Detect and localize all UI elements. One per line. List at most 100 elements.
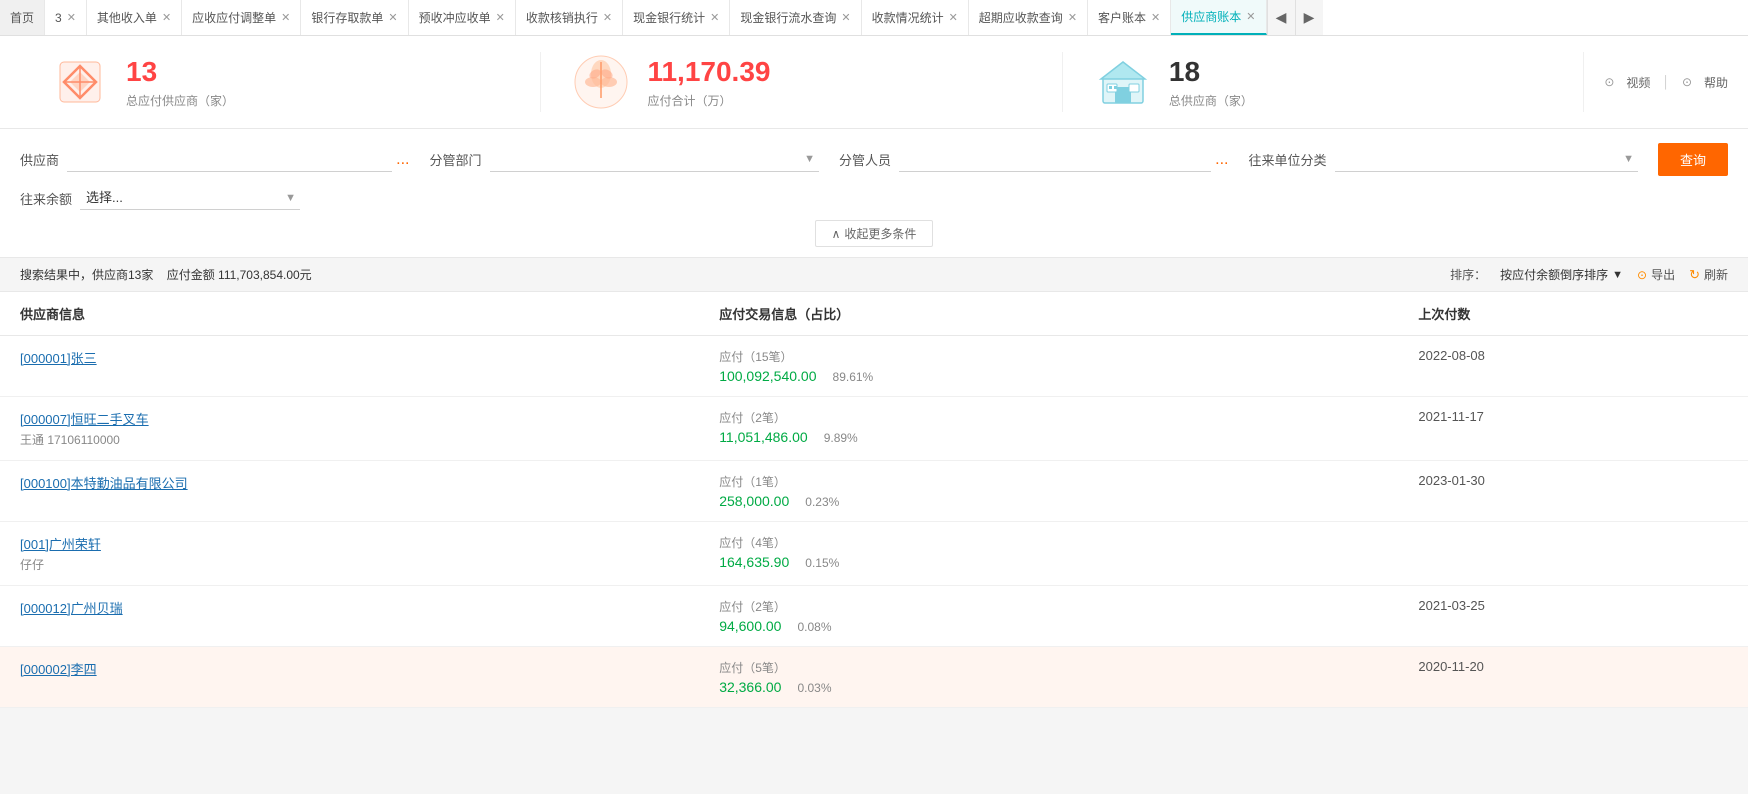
close-tab-other-income-icon[interactable]: ✕ [162,11,171,24]
export-button[interactable]: ⊙ 导出 [1637,266,1675,283]
department-select[interactable] [490,148,819,171]
tx-amount[interactable]: 32,366.00 [719,679,781,695]
diamond-icon [50,52,110,112]
table-row: [000002]李四应付（5笔）32,366.000.03%2020-11-20 [0,647,1748,708]
divider: │ [1662,75,1670,89]
nav-tab-cash-bank-stat[interactable]: 现金银行统计 ✕ [623,0,730,35]
tx-amount-row: 164,635.90 0.15% [719,554,1378,570]
close-tab-receipt-verify-icon[interactable]: ✕ [603,11,612,24]
supplier-input[interactable] [67,148,392,172]
nav-tab-prepay-offset[interactable]: 预收冲应收单 ✕ [409,0,516,35]
table-row: [000100]本特勤油品有限公司 应付（1笔） 258,000.000.23% 20… [0,461,1748,522]
tx-amount[interactable]: 11,051,486.00 [719,429,808,445]
payable-suppliers-label: 总应付供应商（家） [126,92,234,109]
total-suppliers-label: 总供应商（家） [1169,92,1253,109]
supplier-link[interactable]: [000100]本特勤油品有限公司 [20,476,188,491]
supplier-link[interactable]: [000012]广州贝瑞 [20,601,123,616]
refresh-icon: ↻ [1689,267,1700,283]
close-tab-3-icon[interactable]: ✕ [67,11,76,24]
close-tab-bank-icon[interactable]: ✕ [388,11,397,24]
supplier-link[interactable]: [000002]李四 [20,662,97,677]
total-suppliers-content: 18 总供应商（家） [1169,55,1253,110]
tx-amount-row: 258,000.000.23% [719,493,1378,509]
tx-percent: 9.89% [824,431,858,445]
refresh-button[interactable]: ↻ 刷新 [1689,266,1728,283]
close-tab-overdue-ar-icon[interactable]: ✕ [1068,11,1077,24]
video-link[interactable]: 视频 [1626,74,1650,91]
last-pay-date: 2021-03-25 [1418,598,1485,613]
payable-amount-label: 应付合计（万） [647,92,770,109]
sort-select[interactable]: 按应付余额倒序排序 ▼ [1500,266,1623,283]
nav-left-arrow[interactable]: ◀ [1267,0,1295,36]
supplier-link[interactable]: [001]广州荣轩 [20,537,101,552]
balance-select[interactable]: 选择... [80,186,300,209]
payable-suppliers-content: 13 总应付供应商（家） [126,55,234,110]
nav-tab-overdue-ar[interactable]: 超期应收款查询 ✕ [969,0,1088,35]
supplier-link[interactable]: [000007]恒旺二手叉车 [20,412,149,427]
tx-amount[interactable]: 100,092,540.00 [719,368,816,384]
last-pay-date: 2020-11-20 [1418,659,1484,674]
supplier-cell: [000002]李四 [0,647,699,708]
tx-amount[interactable]: 94,600.00 [719,618,781,634]
unit-class-select-wrapper: ▼ [1335,148,1638,172]
nav-tab-receipt-verify[interactable]: 收款核销执行 ✕ [516,0,623,35]
summary-total-suppliers: 18 总供应商（家） [1063,52,1584,112]
supplier-link[interactable]: [000001]张三 [20,351,97,366]
person-dots-icon[interactable]: ... [1215,151,1228,169]
sort-label: 排序： [1450,266,1486,283]
results-actions: 排序： 按应付余额倒序排序 ▼ ⊙ 导出 ↻ 刷新 [1450,266,1728,283]
person-label: 分管人员 [839,150,891,169]
tx-label: 应付（15笔） [719,348,1378,365]
supplier-table: 供应商信息 应付交易信息（占比） 上次付数 [000001]张三应付（15笔）1… [0,292,1748,708]
unit-class-label: 往来单位分类 [1249,150,1327,169]
last-pay-cell: 2021-11-17 [1398,397,1748,461]
filter-department: 分管部门 ▼ [430,148,820,172]
nav-tab-cash-bank-flow[interactable]: 现金银行流水查询 ✕ [730,0,861,35]
supplier-cell: [001]广州荣轩仔仔 [0,522,699,586]
summary-payable-suppliers: 13 总应付供应商（家） [20,52,541,112]
top-navigation: 首页 3 ✕ 其他收入单 ✕ 应收应付调整单 ✕ 银行存取款单 ✕ 预收冲应收单… [0,0,1748,36]
supplier-cell: [000012]广州贝瑞 [0,586,699,647]
tx-cell: 应付（5笔）32,366.000.03% [699,647,1398,708]
tx-amount-row: 100,092,540.0089.61% [719,368,1378,384]
tx-amount[interactable]: 258,000.00 [719,493,789,509]
unit-class-select[interactable] [1335,148,1638,171]
table-row: [000007]恒旺二手叉车王通 17106110000应付（2笔）11,051… [0,397,1748,461]
nav-tab-ar-ap-adjust[interactable]: 应收应付调整单 ✕ [182,0,301,35]
nav-tab-bank-deposit[interactable]: 银行存取款单 ✕ [301,0,408,35]
collapse-button[interactable]: ∧ 收起更多条件 [815,220,934,247]
person-input[interactable] [899,148,1211,172]
last-pay-cell: 2022-08-08 [1398,336,1748,397]
close-tab-supplier-ledger-icon[interactable]: ✕ [1246,10,1255,23]
query-button[interactable]: 查询 [1658,143,1728,176]
close-tab-prepay-icon[interactable]: ✕ [496,11,505,24]
nav-tab-supplier-ledger[interactable]: 供应商账本 ✕ [1171,0,1266,35]
last-pay-date: 2023-01-30 [1418,473,1485,488]
export-icon: ⊙ [1637,268,1647,282]
close-tab-receipt-stat-icon[interactable]: ✕ [949,11,958,24]
table-row: [000001]张三 应付（15笔） 100,092,540.0089.61% 202… [0,336,1748,397]
nav-tab-3[interactable]: 3 ✕ [45,0,87,35]
supplier-dots-icon[interactable]: ... [396,151,409,169]
nav-tab-home[interactable]: 首页 [0,0,45,35]
close-tab-ar-ap-icon[interactable]: ✕ [281,11,290,24]
payable-amount-number: 11,170.39 [647,55,770,89]
tx-cell: 应付（15笔） 100,092,540.0089.61% [699,336,1398,397]
close-tab-cash-bank-stat-icon[interactable]: ✕ [710,11,719,24]
close-tab-customer-ledger-icon[interactable]: ✕ [1151,11,1160,24]
nav-tab-customer-ledger[interactable]: 客户账本 ✕ [1088,0,1171,35]
nav-tab-receipt-stat[interactable]: 收款情况统计 ✕ [862,0,969,35]
col-supplier-info: 供应商信息 [0,292,699,336]
department-label: 分管部门 [430,150,482,169]
tx-cell: 应付（4笔）164,635.900.15% [699,522,1398,586]
tx-amount[interactable]: 164,635.90 [719,554,789,570]
tx-percent: 0.03% [797,681,831,695]
help-link[interactable]: 帮助 [1704,74,1728,91]
close-tab-cash-bank-flow-icon[interactable]: ✕ [841,11,850,24]
tx-label: 应付（1笔） [719,473,1378,490]
payable-amount-content: 11,170.39 应付合计（万） [647,55,770,110]
nav-right-arrow[interactable]: ▶ [1295,0,1323,36]
tx-cell: 应付（2笔）94,600.000.08% [699,586,1398,647]
nav-tab-other-income[interactable]: 其他收入单 ✕ [87,0,182,35]
tx-percent: 0.15% [805,556,839,570]
